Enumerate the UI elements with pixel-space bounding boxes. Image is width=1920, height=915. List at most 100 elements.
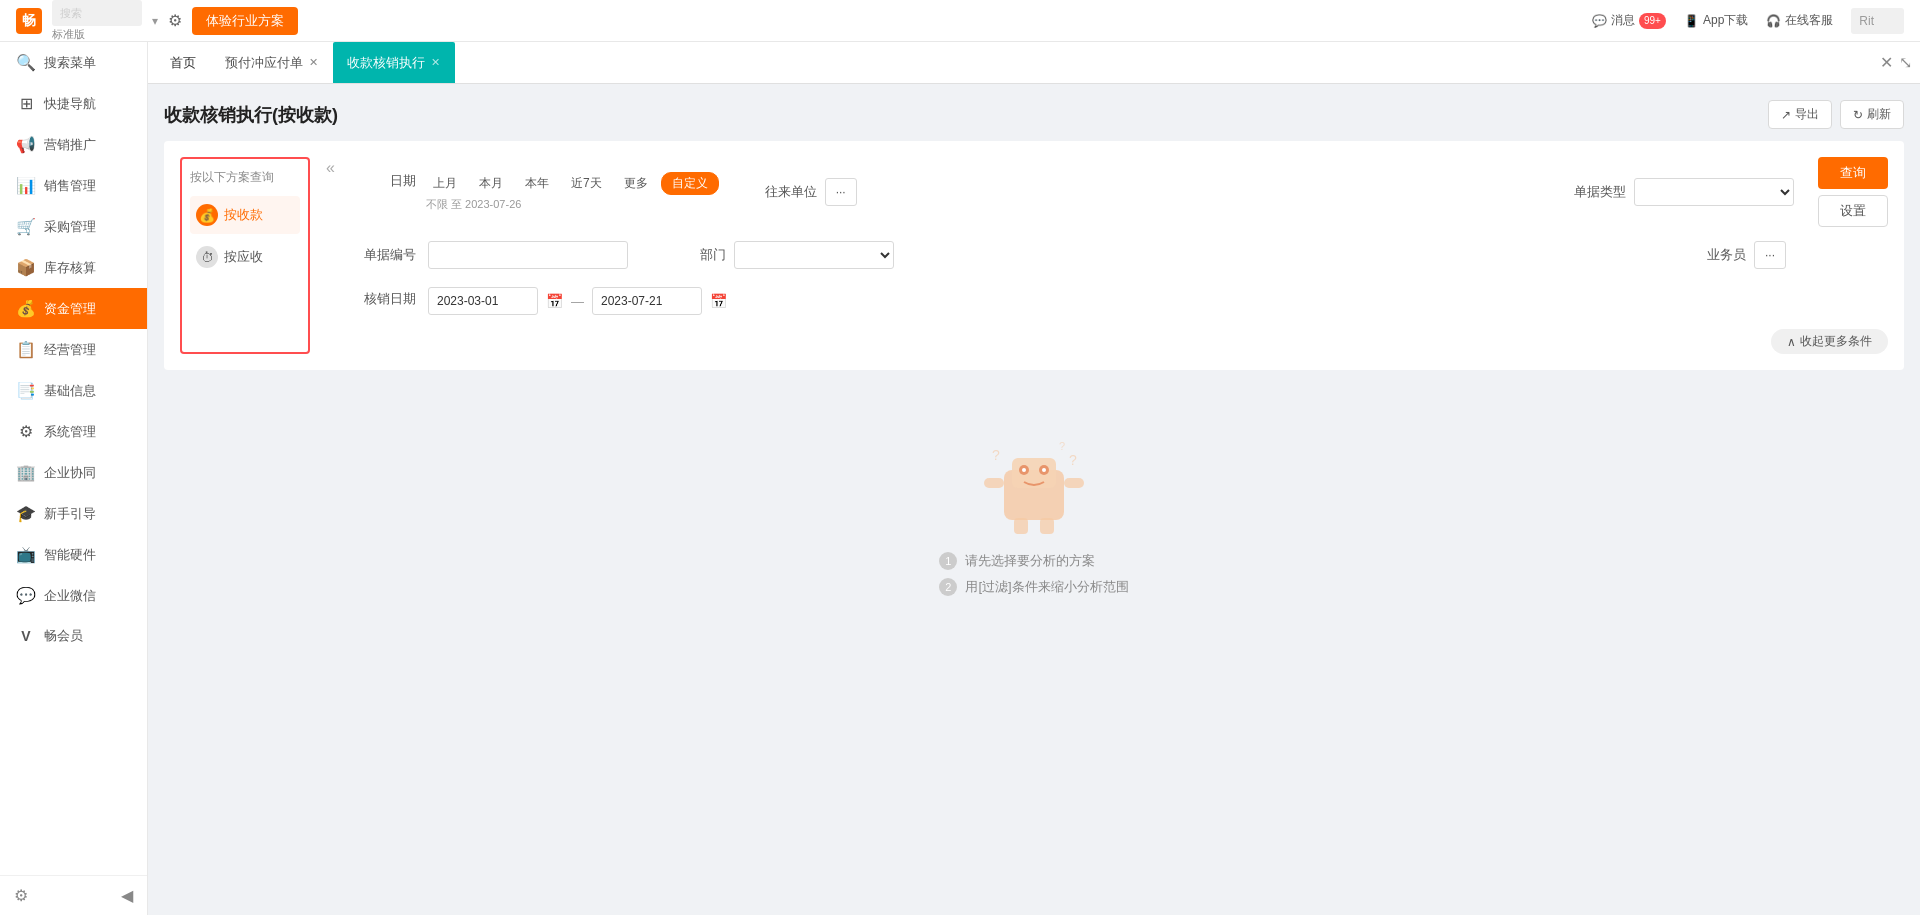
svg-rect-6 xyxy=(984,478,1004,488)
verify-date-start-input[interactable] xyxy=(428,287,538,315)
verify-date-start-calendar-icon[interactable]: 📅 xyxy=(546,293,563,309)
sidebar-item-enterprise[interactable]: 🏢 企业协同 xyxy=(0,452,147,493)
filter-scheme-sidebar: 按以下方案查询 💰 按收款 ⏱ 按应收 xyxy=(180,157,310,354)
purchase-icon: 🛒 xyxy=(16,217,36,236)
page-header: 收款核销执行(按收款) ↗ 导出 ↻ 刷新 xyxy=(164,100,1904,129)
query-button[interactable]: 查询 xyxy=(1818,157,1888,189)
sidebar-item-marketing[interactable]: 📢 营销推广 xyxy=(0,124,147,165)
sidebar-item-sales[interactable]: 📊 销售管理 xyxy=(0,165,147,206)
sidebar-item-inventory[interactable]: 📦 库存核算 xyxy=(0,247,147,288)
app-download-item[interactable]: 📱 App下载 xyxy=(1684,12,1748,29)
solution-button[interactable]: 体验行业方案 xyxy=(192,7,298,35)
verify-date-end-calendar-icon[interactable]: 📅 xyxy=(710,293,727,309)
date-btn-7days[interactable]: 近7天 xyxy=(562,172,611,195)
dropdown-icon[interactable]: ▾ xyxy=(152,14,158,28)
sidebar-label-beginner: 新手引导 xyxy=(44,505,96,523)
app-icon: 📱 xyxy=(1684,14,1699,28)
brand-subtitle: 标准版 xyxy=(52,28,142,40)
refresh-icon: ↻ xyxy=(1853,108,1863,122)
quick-nav-icon: ⊞ xyxy=(16,94,36,113)
filter-sidebar-title: 按以下方案查询 xyxy=(190,169,300,186)
message-item[interactable]: 💬 消息 99+ xyxy=(1592,12,1666,29)
sidebar-item-basic-info[interactable]: 📑 基础信息 xyxy=(0,370,147,411)
date-unlimited: 不限 至 2023-07-26 xyxy=(424,197,719,212)
setting-button[interactable]: 设置 xyxy=(1818,195,1888,227)
sidebar-label-hardware: 智能硬件 xyxy=(44,546,96,564)
settings-icon[interactable]: ⚙ xyxy=(168,11,182,30)
filter-row-1: 日期 上月 本月 本年 近7天 更多 自定义 不限 至 xyxy=(360,157,1888,227)
service-item[interactable]: 🎧 在线客服 xyxy=(1766,12,1833,29)
date-quick-btns: 上月 本月 本年 近7天 更多 自定义 xyxy=(424,172,719,195)
date-btn-this-year[interactable]: 本年 xyxy=(516,172,558,195)
date-btn-custom[interactable]: 自定义 xyxy=(661,172,719,195)
sidebar-label-wechat: 企业微信 xyxy=(44,587,96,605)
export-button[interactable]: ↗ 导出 xyxy=(1768,100,1832,129)
staff-select-button[interactable]: ··· xyxy=(1754,241,1786,269)
sidebar-label-marketing: 营销推广 xyxy=(44,136,96,154)
sidebar-label-finance: 资金管理 xyxy=(44,300,96,318)
sidebar-item-wechat[interactable]: 💬 企业微信 xyxy=(0,575,147,616)
sidebar-item-member[interactable]: V 畅会员 xyxy=(0,616,147,656)
sidebar: 🔍 搜索菜单 ⊞ 快捷导航 📢 营销推广 📊 销售管理 🛒 采购管理 📦 库存核… xyxy=(0,42,148,915)
filter-collapse-button[interactable]: « xyxy=(326,157,348,354)
verify-date-end-input[interactable] xyxy=(592,287,702,315)
partner-select-button[interactable]: ··· xyxy=(825,178,857,206)
date-separator: — xyxy=(571,294,584,309)
sidebar-collapse-icon[interactable]: ◀ xyxy=(121,886,133,905)
sidebar-item-operation[interactable]: 📋 经营管理 xyxy=(0,329,147,370)
date-btn-more[interactable]: 更多 xyxy=(615,172,657,195)
svg-point-4 xyxy=(1022,468,1026,472)
svg-text:?: ? xyxy=(992,447,1000,463)
more-conditions-row: ∧ 收起更多条件 xyxy=(360,329,1888,354)
staff-label: 业务员 xyxy=(1690,246,1746,264)
filter-option-by-receipt[interactable]: 💰 按收款 xyxy=(190,196,300,234)
sales-icon: 📊 xyxy=(16,176,36,195)
tab-prepay-close[interactable]: ✕ xyxy=(309,56,318,69)
filter-row-2: 单据编号 部门 业务员 ··· xyxy=(360,241,1888,269)
sidebar-item-quick-nav[interactable]: ⊞ 快捷导航 xyxy=(0,83,147,124)
tab-actions: ✕ ⤡ xyxy=(1880,53,1912,72)
empty-tip-1: 1 请先选择要分析的方案 xyxy=(939,552,1128,570)
date-btn-this-month[interactable]: 本月 xyxy=(470,172,512,195)
sidebar-label-operation: 经营管理 xyxy=(44,341,96,359)
tab-expand-icon[interactable]: ⤡ xyxy=(1899,53,1912,72)
tab-receipt-verify-close[interactable]: ✕ xyxy=(431,56,440,69)
svg-rect-9 xyxy=(1040,518,1054,534)
sidebar-settings-icon[interactable]: ⚙ xyxy=(14,886,28,905)
sidebar-item-hardware[interactable]: 📺 智能硬件 xyxy=(0,534,147,575)
top-bar: 畅 搜索 标准版 ▾ ⚙ 体验行业方案 💬 消息 99+ 📱 App下载 🎧 在… xyxy=(0,0,1920,42)
tab-close-all-icon[interactable]: ✕ xyxy=(1880,53,1893,72)
user-info[interactable]: Rit xyxy=(1851,8,1904,34)
sidebar-item-beginner[interactable]: 🎓 新手引导 xyxy=(0,493,147,534)
more-conditions-button[interactable]: ∧ 收起更多条件 xyxy=(1771,329,1888,354)
tab-receipt-verify[interactable]: 收款核销执行 ✕ xyxy=(333,42,455,83)
content-area: 首页 预付冲应付单 ✕ 收款核销执行 ✕ ✕ ⤡ 收款核销执行(按收款) xyxy=(148,42,1920,915)
tab-home[interactable]: 首页 xyxy=(156,42,211,83)
svg-rect-7 xyxy=(1064,478,1084,488)
main-layout: 🔍 搜索菜单 ⊞ 快捷导航 📢 营销推广 📊 销售管理 🛒 采购管理 📦 库存核… xyxy=(0,42,1920,915)
member-icon: V xyxy=(16,628,36,644)
tip-num-1: 1 xyxy=(939,552,957,570)
top-bar-left: 畅 搜索 标准版 ▾ ⚙ 体验行业方案 xyxy=(16,0,1592,40)
sidebar-item-search[interactable]: 🔍 搜索菜单 xyxy=(0,42,147,83)
brand-logo: 畅 xyxy=(16,8,42,34)
wechat-icon: 💬 xyxy=(16,586,36,605)
finance-icon: 💰 xyxy=(16,299,36,318)
date-btn-last-month[interactable]: 上月 xyxy=(424,172,466,195)
filter-option-by-receivable[interactable]: ⏱ 按应收 xyxy=(190,238,300,276)
sidebar-bottom: ⚙ ◀ xyxy=(0,875,147,915)
bill-type-select[interactable] xyxy=(1634,178,1794,206)
dept-select[interactable] xyxy=(734,241,894,269)
tab-prepay[interactable]: 预付冲应付单 ✕ xyxy=(211,42,333,83)
sidebar-item-finance[interactable]: 💰 资金管理 xyxy=(0,288,147,329)
marketing-icon: 📢 xyxy=(16,135,36,154)
sidebar-item-purchase[interactable]: 🛒 采购管理 xyxy=(0,206,147,247)
bill-no-input[interactable] xyxy=(428,241,628,269)
refresh-button[interactable]: ↻ 刷新 xyxy=(1840,100,1904,129)
enterprise-icon: 🏢 xyxy=(16,463,36,482)
sidebar-label-search: 搜索菜单 xyxy=(44,54,96,72)
tip-text-2: 用[过滤]条件来缩小分析范围 xyxy=(965,578,1128,596)
sidebar-label-quick-nav: 快捷导航 xyxy=(44,95,96,113)
sidebar-item-system[interactable]: ⚙ 系统管理 xyxy=(0,411,147,452)
by-receivable-icon: ⏱ xyxy=(196,246,218,268)
